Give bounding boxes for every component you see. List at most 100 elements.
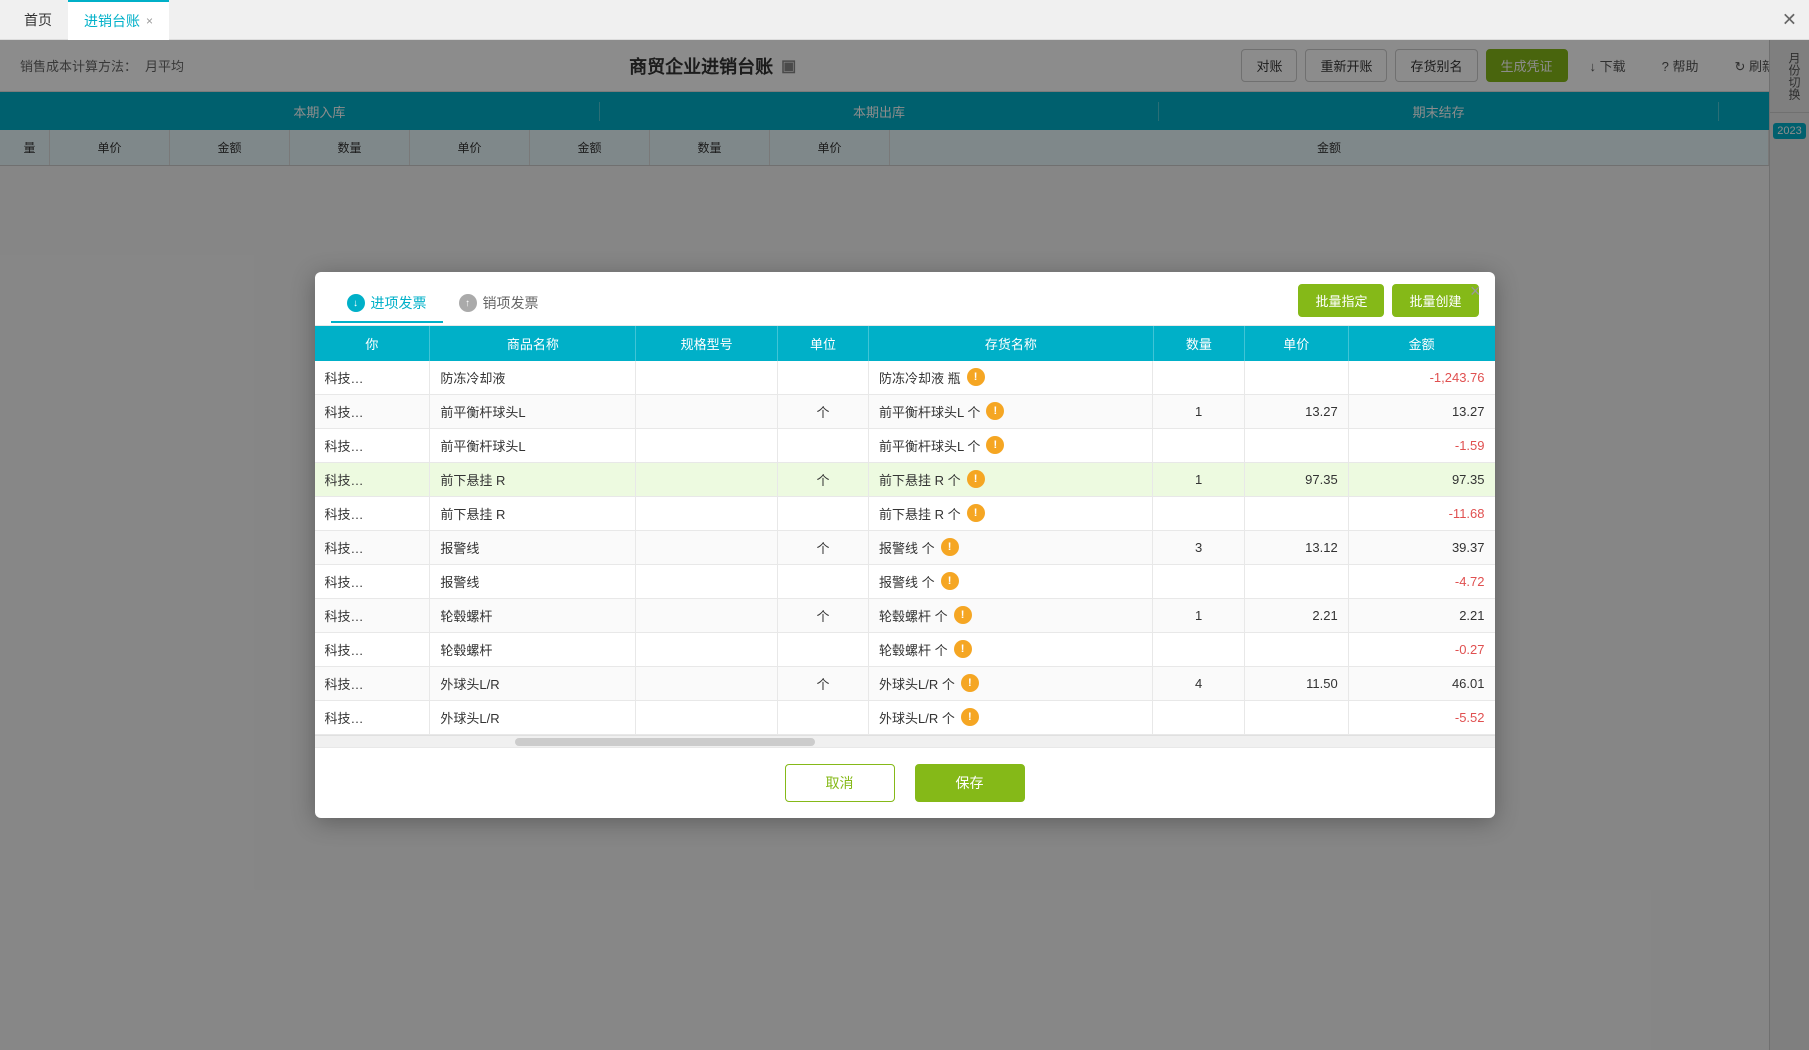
table-cell: 轮毂螺杆 个! xyxy=(869,633,1153,667)
h-scrollbar[interactable] xyxy=(315,735,1495,747)
table-cell xyxy=(1244,701,1348,735)
table-cell: 个 xyxy=(777,599,868,633)
warning-icon[interactable]: ! xyxy=(967,504,985,522)
table-row: 科技…轮毂螺杆轮毂螺杆 个!-0.27 xyxy=(315,633,1495,667)
col-header-company: 你 xyxy=(315,326,430,361)
col-header-unit: 单位 xyxy=(777,326,868,361)
table-cell: 个 xyxy=(777,463,868,497)
table-cell: 3 xyxy=(1153,531,1244,565)
cancel-button[interactable]: 取消 xyxy=(785,764,895,802)
warning-icon[interactable]: ! xyxy=(941,538,959,556)
table-cell: 科技… xyxy=(315,497,430,531)
table-cell xyxy=(1153,497,1244,531)
table-cell xyxy=(1153,701,1244,735)
table-cell: 报警线 个! xyxy=(869,565,1153,599)
modal-footer: 取消 保存 xyxy=(315,747,1495,818)
table-cell: -0.27 xyxy=(1348,633,1494,667)
table-cell: 外球头L/R 个! xyxy=(869,667,1153,701)
table-cell: 报警线 xyxy=(430,565,636,599)
table-cell: -1,243.76 xyxy=(1348,361,1494,395)
table-cell: 科技… xyxy=(315,395,430,429)
table-cell: -5.52 xyxy=(1348,701,1494,735)
table-cell xyxy=(636,395,778,429)
tab-sales-invoice[interactable]: ↑ 销项发票 xyxy=(443,285,555,323)
table-cell xyxy=(636,599,778,633)
modal-close-icon[interactable]: × xyxy=(1470,282,1481,300)
table-row: 科技…前平衡杆球头L前平衡杆球头L 个!-1.59 xyxy=(315,429,1495,463)
warning-icon[interactable]: ! xyxy=(967,368,985,386)
modal-dialog: ↓ 进项发票 ↑ 销项发票 批量指定 批量创建 × 你 xyxy=(315,272,1495,819)
tab-active[interactable]: 进销台账 × xyxy=(68,0,169,40)
warning-icon[interactable]: ! xyxy=(954,640,972,658)
save-button[interactable]: 保存 xyxy=(915,764,1025,802)
table-cell: 97.35 xyxy=(1244,463,1348,497)
table-cell xyxy=(636,531,778,565)
table-cell: -4.72 xyxy=(1348,565,1494,599)
table-cell: 13.27 xyxy=(1244,395,1348,429)
table-cell: 前下悬挂 R xyxy=(430,463,636,497)
warning-icon[interactable]: ! xyxy=(986,436,1004,454)
table-cell: 外球头L/R xyxy=(430,701,636,735)
table-cell: 1 xyxy=(1153,463,1244,497)
table-row: 科技…外球头L/R个外球头L/R 个!411.5046.01 xyxy=(315,667,1495,701)
warning-icon[interactable]: ! xyxy=(961,708,979,726)
table-cell xyxy=(1153,429,1244,463)
col-header-product: 商品名称 xyxy=(430,326,636,361)
tab-close-icon[interactable]: × xyxy=(146,14,153,28)
table-cell: 防冻冷却液 xyxy=(430,361,636,395)
table-cell xyxy=(1244,497,1348,531)
window-close-icon[interactable]: ✕ xyxy=(1782,9,1797,30)
table-cell xyxy=(1244,361,1348,395)
table-row: 科技…前下悬挂 R个前下悬挂 R 个!197.3597.35 xyxy=(315,463,1495,497)
table-cell: 前平衡杆球头L xyxy=(430,395,636,429)
table-cell: 外球头L/R xyxy=(430,667,636,701)
batch-assign-button[interactable]: 批量指定 xyxy=(1298,284,1384,317)
table-cell xyxy=(636,429,778,463)
modal-header: ↓ 进项发票 ↑ 销项发票 批量指定 批量创建 × xyxy=(315,272,1495,326)
table-cell: 2.21 xyxy=(1244,599,1348,633)
table-cell xyxy=(636,667,778,701)
table-cell: 外球头L/R 个! xyxy=(869,701,1153,735)
tab-purchase-invoice[interactable]: ↓ 进项发票 xyxy=(331,285,443,323)
table-cell xyxy=(636,361,778,395)
table-cell: 科技… xyxy=(315,599,430,633)
table-cell: 39.37 xyxy=(1348,531,1494,565)
warning-icon[interactable]: ! xyxy=(967,470,985,488)
tab-home[interactable]: 首页 xyxy=(8,0,68,40)
table-cell: 前下悬挂 R 个! xyxy=(869,463,1153,497)
table-cell xyxy=(777,565,868,599)
warning-icon[interactable]: ! xyxy=(961,674,979,692)
table-row: 科技…前平衡杆球头L个前平衡杆球头L 个!113.2713.27 xyxy=(315,395,1495,429)
table-row: 科技…防冻冷却液防冻冷却液 瓶!-1,243.76 xyxy=(315,361,1495,395)
tab-home-label: 首页 xyxy=(24,10,52,30)
table-cell xyxy=(1244,633,1348,667)
table-cell xyxy=(636,633,778,667)
table-cell xyxy=(777,429,868,463)
table-cell xyxy=(1244,429,1348,463)
table-cell: 科技… xyxy=(315,701,430,735)
table-cell: 97.35 xyxy=(1348,463,1494,497)
warning-icon[interactable]: ! xyxy=(986,402,1004,420)
table-cell xyxy=(1244,565,1348,599)
batch-create-button[interactable]: 批量创建 xyxy=(1392,284,1478,317)
col-header-unit-price: 单价 xyxy=(1244,326,1348,361)
table-cell: 前平衡杆球头L xyxy=(430,429,636,463)
table-cell: 前平衡杆球头L 个! xyxy=(869,395,1153,429)
table-cell xyxy=(636,463,778,497)
table-cell: 11.50 xyxy=(1244,667,1348,701)
table-row: 科技…报警线个报警线 个!313.1239.37 xyxy=(315,531,1495,565)
col-header-amount: 金额 xyxy=(1348,326,1494,361)
table-cell: 科技… xyxy=(315,429,430,463)
table-cell: 科技… xyxy=(315,463,430,497)
table-cell: 1 xyxy=(1153,599,1244,633)
table-cell xyxy=(1153,361,1244,395)
modal-table-wrapper[interactable]: 你 商品名称 规格型号 单位 存货名称 数量 单价 金额 科技…防冻冷却液防冻冷… xyxy=(315,326,1495,736)
table-row: 科技…外球头L/R 外球头L/R 个! -5.52 xyxy=(315,701,1495,735)
warning-icon[interactable]: ! xyxy=(941,572,959,590)
warning-icon[interactable]: ! xyxy=(954,606,972,624)
table-cell: 轮毂螺杆 xyxy=(430,599,636,633)
table-cell: 前平衡杆球头L 个! xyxy=(869,429,1153,463)
table-cell: 个 xyxy=(777,667,868,701)
table-cell: 科技… xyxy=(315,633,430,667)
modal-header-actions: 批量指定 批量创建 xyxy=(1298,284,1478,325)
